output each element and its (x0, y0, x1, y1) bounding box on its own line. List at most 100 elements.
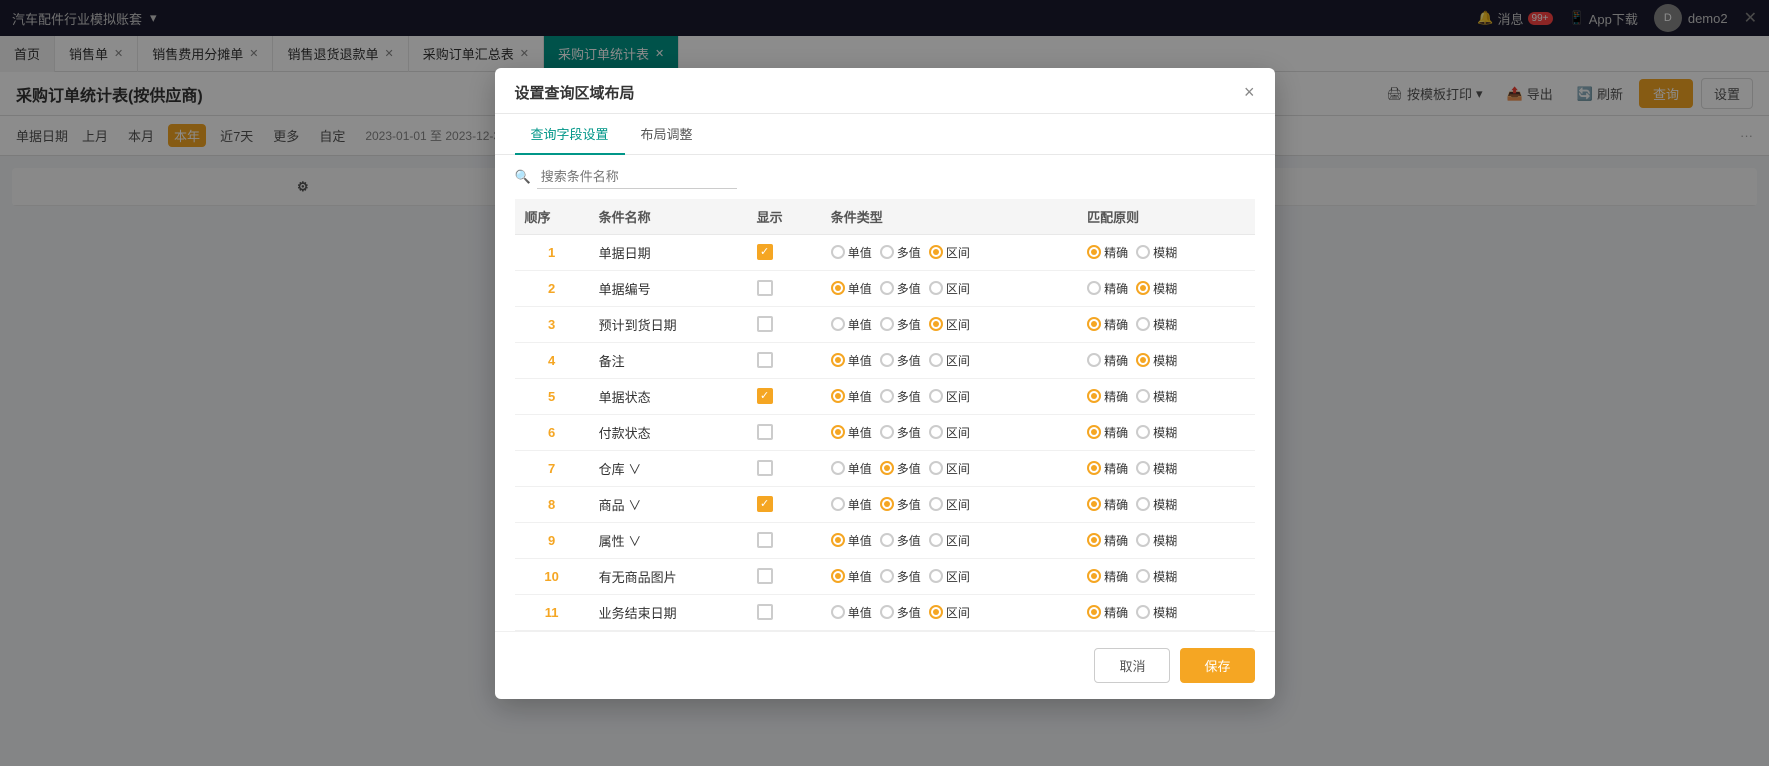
display-checkbox[interactable] (757, 424, 773, 440)
modal-header: 设置查询区域布局 × (495, 68, 1275, 114)
type-radio-type_single[interactable]: 单值 (831, 280, 872, 297)
cancel-button[interactable]: 取消 (1094, 648, 1170, 683)
save-button[interactable]: 保存 (1180, 648, 1254, 683)
type-radio-type_multi[interactable]: 多值 (880, 532, 921, 549)
modal-tab-query[interactable]: 查询字段设置 (515, 114, 625, 155)
cell-display[interactable] (747, 558, 821, 594)
type-radio-type_multi[interactable]: 多值 (880, 460, 921, 477)
cell-display[interactable] (747, 414, 821, 450)
cell-match: 精确模糊 (1077, 306, 1254, 342)
type-radio-type_multi[interactable]: 多值 (880, 496, 921, 513)
type-radio-type_range[interactable]: 区间 (929, 460, 970, 477)
display-checkbox[interactable] (757, 568, 773, 584)
type-radio-type_multi[interactable]: 多值 (880, 316, 921, 333)
match-radio-match_fuzzy[interactable]: 模糊 (1136, 280, 1177, 297)
match-radio-match_exact[interactable]: 精确 (1087, 388, 1128, 405)
type-radio-type_range[interactable]: 区间 (929, 352, 970, 369)
cell-display[interactable] (747, 378, 821, 414)
cell-display[interactable] (747, 450, 821, 486)
match-radio-match_exact[interactable]: 精确 (1087, 568, 1128, 585)
type-radio-type_range[interactable]: 区间 (929, 244, 970, 261)
type-radio-type_multi[interactable]: 多值 (880, 388, 921, 405)
type-radio-type_multi[interactable]: 多值 (880, 352, 921, 369)
cell-display[interactable] (747, 522, 821, 558)
type-radio-type_multi[interactable]: 多值 (880, 280, 921, 297)
type-radio-type_single[interactable]: 单值 (831, 316, 872, 333)
type-radio-type_range[interactable]: 区间 (929, 604, 970, 621)
type-radio-type_single[interactable]: 单值 (831, 352, 872, 369)
modal-search-input[interactable] (537, 165, 737, 189)
match-radio-match_exact[interactable]: 精确 (1087, 280, 1128, 297)
type-radio-type_range[interactable]: 区间 (929, 496, 970, 513)
cell-display[interactable] (747, 306, 821, 342)
modal-close-button[interactable]: × (1244, 83, 1255, 101)
match-radio-match_exact[interactable]: 精确 (1087, 532, 1128, 549)
cell-display[interactable] (747, 234, 821, 270)
match-radio-match_fuzzy[interactable]: 模糊 (1136, 460, 1177, 477)
type-radio-type_multi[interactable]: 多值 (880, 604, 921, 621)
type-radio-type_range[interactable]: 区间 (929, 280, 970, 297)
cell-order: 11 (515, 594, 589, 630)
type-radio-type_range[interactable]: 区间 (929, 424, 970, 441)
match-radio-match_fuzzy[interactable]: 模糊 (1136, 424, 1177, 441)
display-checkbox[interactable] (757, 280, 773, 296)
match-radio-match_fuzzy[interactable]: 模糊 (1136, 568, 1177, 585)
match-radio-match_fuzzy[interactable]: 模糊 (1136, 244, 1177, 261)
match-radio-match_exact[interactable]: 精确 (1087, 352, 1128, 369)
cell-order: 9 (515, 522, 589, 558)
match-radio-match_exact[interactable]: 精确 (1087, 460, 1128, 477)
cell-name: 单据状态 (589, 378, 747, 414)
type-radio-type_multi[interactable]: 多值 (880, 568, 921, 585)
display-checkbox[interactable] (757, 460, 773, 476)
type-radio-type_single[interactable]: 单值 (831, 496, 872, 513)
type-radio-type_range[interactable]: 区间 (929, 532, 970, 549)
display-checkbox[interactable] (757, 496, 773, 512)
table-row: 9属性 ∨单值多值区间精确模糊 (515, 522, 1255, 558)
match-radio-match_fuzzy[interactable]: 模糊 (1136, 496, 1177, 513)
type-radio-type_single[interactable]: 单值 (831, 568, 872, 585)
type-radio-type_multi[interactable]: 多值 (880, 244, 921, 261)
modal-table-wrapper: 顺序 条件名称 显示 条件类型 匹配原则 1单据日期单值多值区间精确模糊2单据编… (495, 199, 1275, 631)
match-radio-match_exact[interactable]: 精确 (1087, 604, 1128, 621)
cell-match: 精确模糊 (1077, 594, 1254, 630)
match-radio-match_exact[interactable]: 精确 (1087, 316, 1128, 333)
cell-order: 6 (515, 414, 589, 450)
type-radio-type_range[interactable]: 区间 (929, 316, 970, 333)
cell-name: 备注 (589, 342, 747, 378)
cell-display[interactable] (747, 594, 821, 630)
th-cond-type: 条件类型 (821, 199, 1077, 235)
type-radio-type_single[interactable]: 单值 (831, 388, 872, 405)
match-radio-match_exact[interactable]: 精确 (1087, 424, 1128, 441)
match-radio-match_fuzzy[interactable]: 模糊 (1136, 532, 1177, 549)
type-radio-type_range[interactable]: 区间 (929, 568, 970, 585)
cell-match: 精确模糊 (1077, 378, 1254, 414)
cell-type: 单值多值区间 (821, 594, 1077, 630)
match-radio-match_fuzzy[interactable]: 模糊 (1136, 388, 1177, 405)
match-radio-match_exact[interactable]: 精确 (1087, 496, 1128, 513)
type-radio-type_multi[interactable]: 多值 (880, 424, 921, 441)
cell-order: 8 (515, 486, 589, 522)
type-radio-type_single[interactable]: 单值 (831, 604, 872, 621)
modal-table-header: 顺序 条件名称 显示 条件类型 匹配原则 (515, 199, 1255, 235)
match-radio-match_exact[interactable]: 精确 (1087, 244, 1128, 261)
display-checkbox[interactable] (757, 388, 773, 404)
display-checkbox[interactable] (757, 532, 773, 548)
modal-tab-layout[interactable]: 布局调整 (625, 114, 709, 155)
type-radio-type_single[interactable]: 单值 (831, 244, 872, 261)
cell-display[interactable] (747, 270, 821, 306)
type-radio-type_single[interactable]: 单值 (831, 532, 872, 549)
match-radio-match_fuzzy[interactable]: 模糊 (1136, 316, 1177, 333)
display-checkbox[interactable] (757, 604, 773, 620)
display-checkbox[interactable] (757, 352, 773, 368)
modal-title: 设置查询区域布局 (515, 82, 635, 103)
display-checkbox[interactable] (757, 316, 773, 332)
type-radio-type_single[interactable]: 单值 (831, 424, 872, 441)
type-radio-type_range[interactable]: 区间 (929, 388, 970, 405)
cell-order: 1 (515, 234, 589, 270)
cell-display[interactable] (747, 342, 821, 378)
cell-display[interactable] (747, 486, 821, 522)
match-radio-match_fuzzy[interactable]: 模糊 (1136, 604, 1177, 621)
match-radio-match_fuzzy[interactable]: 模糊 (1136, 352, 1177, 369)
display-checkbox[interactable] (757, 244, 773, 260)
type-radio-type_single[interactable]: 单值 (831, 460, 872, 477)
